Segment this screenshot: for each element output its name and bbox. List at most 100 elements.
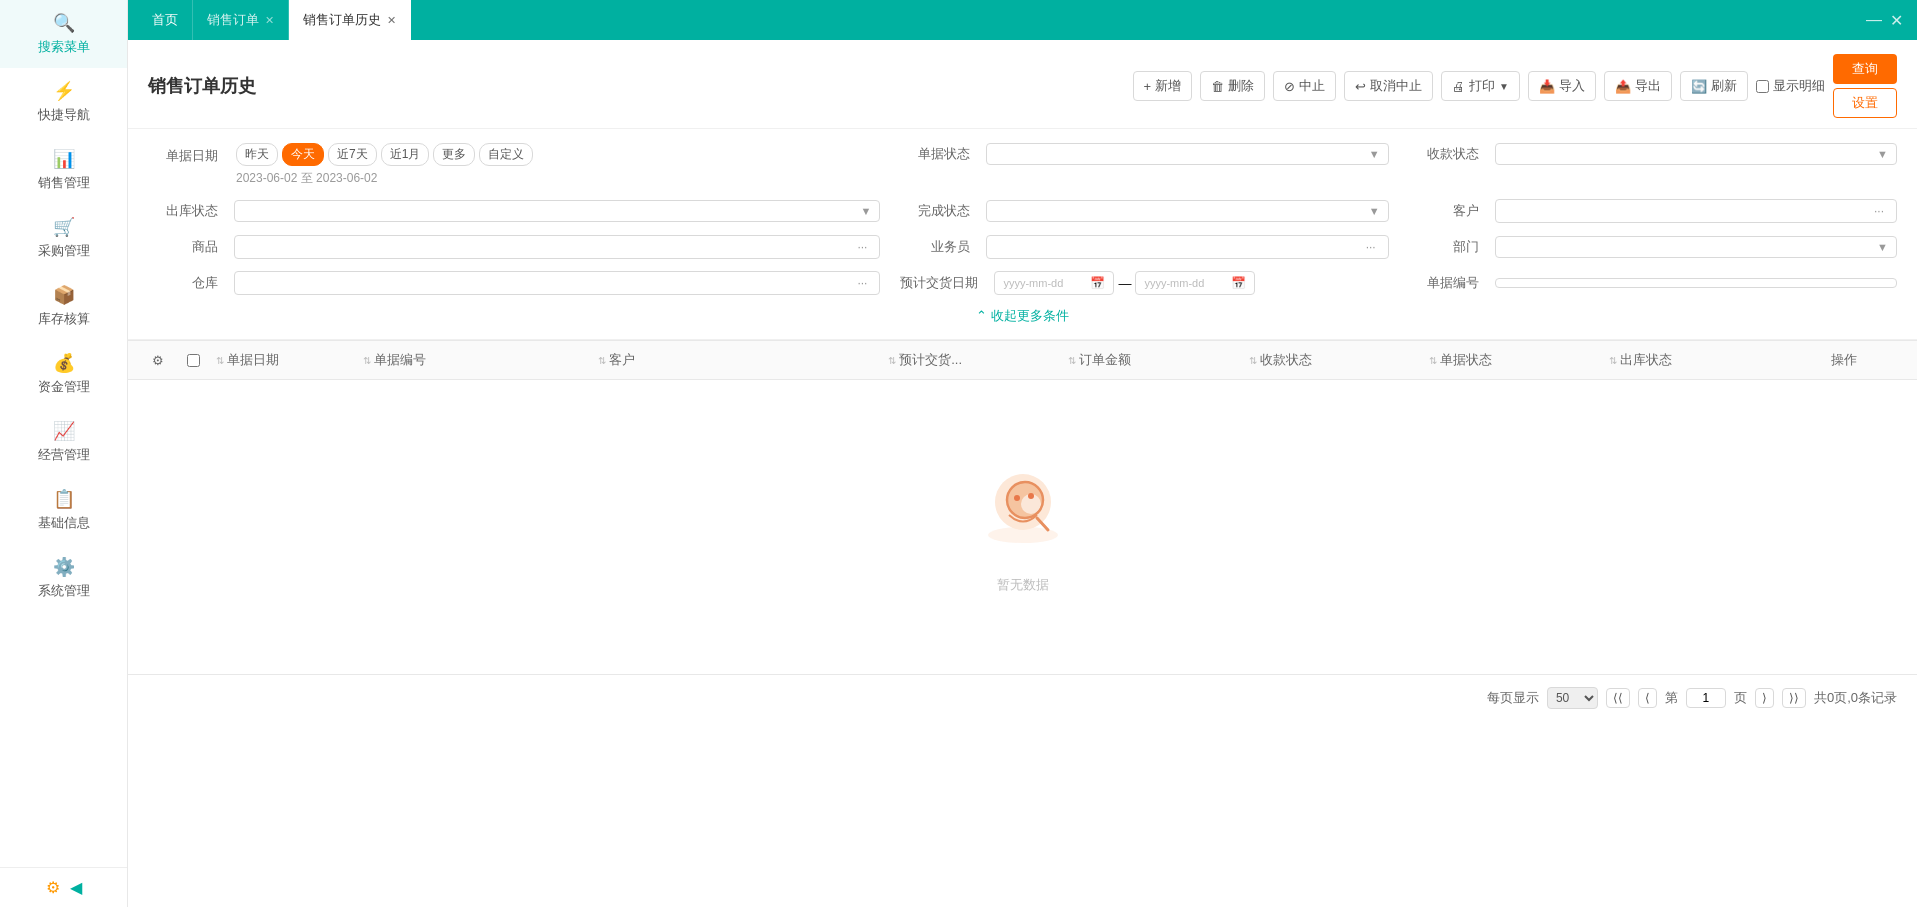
add-button[interactable]: + 新增 bbox=[1133, 71, 1193, 101]
dept-select[interactable]: ▼ bbox=[1495, 236, 1897, 258]
th-date[interactable]: ⇅ 单据日期 bbox=[208, 351, 355, 369]
sidebar-collapse-icon[interactable]: ◀ bbox=[70, 878, 82, 897]
th-settings[interactable]: ⚙ bbox=[138, 353, 178, 368]
goods-ellipsis-icon[interactable]: ··· bbox=[853, 240, 871, 254]
sidebar-item-search-menu[interactable]: 🔍 搜索菜单 bbox=[0, 0, 127, 68]
sidebar-label-quick-nav: 快捷导航 bbox=[38, 106, 90, 124]
sidebar-item-basic-info[interactable]: 📋 基础信息 bbox=[0, 476, 127, 544]
page-size-label: 每页显示 bbox=[1487, 689, 1539, 707]
collapse-row[interactable]: ⌃ 收起更多条件 bbox=[148, 303, 1897, 325]
delete-button[interactable]: 🗑 删除 bbox=[1200, 71, 1265, 101]
custom-btn[interactable]: 自定义 bbox=[479, 143, 533, 166]
th-no-label: 单据编号 bbox=[374, 351, 426, 369]
delivery-date-end-input[interactable]: yyyy-mm-dd 📅 bbox=[1135, 271, 1255, 295]
prev-page-button[interactable]: ⟨ bbox=[1638, 688, 1657, 708]
print-button[interactable]: 🖨 打印 ▼ bbox=[1441, 71, 1520, 101]
sys-mgmt-icon: ⚙️ bbox=[53, 556, 75, 578]
content-area: 销售订单历史 + 新增 🗑 删除 ⊘ 中止 ↩ 取消中止 bbox=[128, 40, 1917, 907]
last1m-btn[interactable]: 近1月 bbox=[381, 143, 430, 166]
th-delivery-label: 预计交货... bbox=[899, 351, 962, 369]
add-icon: + bbox=[1144, 79, 1152, 94]
more-btn[interactable]: 更多 bbox=[433, 143, 475, 166]
th-out-status[interactable]: ⇅ 出库状态 bbox=[1601, 351, 1781, 369]
import-label: 导入 bbox=[1559, 77, 1585, 95]
tab-sales-order[interactable]: 销售订单 ✕ bbox=[193, 0, 289, 40]
first-page-button[interactable]: ⟨⟨ bbox=[1606, 688, 1630, 708]
sidebar-item-quick-nav[interactable]: ⚡ 快捷导航 bbox=[0, 68, 127, 136]
pay-status-filter-label: 收款状态 bbox=[1409, 145, 1489, 163]
sort-icon-delivery: ⇅ bbox=[888, 355, 896, 366]
ops-mgmt-icon: 📈 bbox=[53, 420, 75, 442]
main-area: 首页 销售订单 ✕ 销售订单历史 ✕ — ✕ 销售订单历史 + 新增 🗑 bbox=[128, 0, 1917, 907]
sidebar-item-purchase-mgmt[interactable]: 🛒 采购管理 bbox=[0, 204, 127, 272]
calendar-start-icon: 📅 bbox=[1090, 276, 1105, 290]
th-no[interactable]: ⇅ 单据编号 bbox=[355, 351, 590, 369]
sidebar-label-basic-info: 基础信息 bbox=[38, 514, 90, 532]
quick-nav-icon: ⚡ bbox=[53, 80, 75, 102]
th-amount[interactable]: ⇅ 订单金额 bbox=[1060, 351, 1240, 369]
empty-text: 暂无数据 bbox=[997, 576, 1049, 594]
tab-sales-order-close[interactable]: ✕ bbox=[265, 14, 274, 27]
done-status-select[interactable]: ▼ bbox=[986, 200, 1388, 222]
done-status-label: 完成状态 bbox=[900, 202, 980, 220]
calendar-end-icon: 📅 bbox=[1231, 276, 1246, 290]
sort-icon-amount: ⇅ bbox=[1068, 355, 1076, 366]
tab-sales-order-label: 销售订单 bbox=[207, 11, 259, 29]
salesperson-ellipsis-icon[interactable]: ··· bbox=[1362, 240, 1380, 254]
today-btn[interactable]: 今天 bbox=[282, 143, 324, 166]
th-pay-status[interactable]: ⇅ 收款状态 bbox=[1241, 351, 1421, 369]
sort-icon-order: ⇅ bbox=[1429, 355, 1437, 366]
stop-icon: ⊘ bbox=[1284, 79, 1295, 94]
sidebar-item-ops-mgmt[interactable]: 📈 经营管理 bbox=[0, 408, 127, 476]
th-check[interactable] bbox=[178, 354, 208, 367]
tab-home[interactable]: 首页 bbox=[138, 0, 193, 40]
table-section: ⚙ ⇅ 单据日期 ⇅ 单据编号 ⇅ 客户 ⇅ bbox=[128, 340, 1917, 674]
th-order-status[interactable]: ⇅ 单据状态 bbox=[1421, 351, 1601, 369]
setting-button[interactable]: 设置 bbox=[1833, 88, 1897, 118]
refresh-button[interactable]: 🔄 刷新 bbox=[1680, 71, 1748, 101]
query-button[interactable]: 查询 bbox=[1833, 54, 1897, 84]
page-input[interactable] bbox=[1686, 688, 1726, 708]
page-title: 销售订单历史 bbox=[148, 74, 256, 98]
stop-button[interactable]: ⊘ 中止 bbox=[1273, 71, 1336, 101]
display-detail-checkbox[interactable] bbox=[1756, 80, 1769, 93]
delivery-date-start-input[interactable]: yyyy-mm-dd 📅 bbox=[994, 271, 1114, 295]
customer-ellipsis-icon[interactable]: ··· bbox=[1870, 204, 1888, 218]
warehouse-ellipsis-icon[interactable]: ··· bbox=[853, 276, 871, 290]
yesterday-btn[interactable]: 昨天 bbox=[236, 143, 278, 166]
sidebar-item-sales-mgmt[interactable]: 📊 销售管理 bbox=[0, 136, 127, 204]
topbar-minimize-icon[interactable]: — bbox=[1866, 11, 1882, 29]
th-customer[interactable]: ⇅ 客户 bbox=[590, 351, 880, 369]
page-size-select[interactable]: 20 50 100 bbox=[1547, 687, 1598, 709]
empty-state-illustration bbox=[973, 460, 1073, 560]
delivery-date-start-placeholder: yyyy-mm-dd bbox=[1003, 277, 1063, 289]
sidebar-item-capital-mgmt[interactable]: 💰 资金管理 bbox=[0, 340, 127, 408]
next-page-button[interactable]: ⟩ bbox=[1755, 688, 1774, 708]
tab-sales-order-history-label: 销售订单历史 bbox=[303, 11, 381, 29]
th-operation: 操作 bbox=[1782, 351, 1908, 369]
sidebar-item-inventory[interactable]: 📦 库存核算 bbox=[0, 272, 127, 340]
sidebar-settings-icon[interactable]: ⚙ bbox=[46, 878, 60, 897]
import-button[interactable]: 📥 导入 bbox=[1528, 71, 1596, 101]
last7-btn[interactable]: 近7天 bbox=[328, 143, 377, 166]
topbar-close-icon[interactable]: ✕ bbox=[1890, 11, 1903, 30]
done-status-arrow-icon: ▼ bbox=[1369, 205, 1380, 217]
tab-sales-order-history[interactable]: 销售订单历史 ✕ bbox=[289, 0, 411, 40]
cancel-stop-button[interactable]: ↩ 取消中止 bbox=[1344, 71, 1433, 101]
sidebar: 🔍 搜索菜单 ⚡ 快捷导航 📊 销售管理 🛒 采购管理 📦 库存核算 💰 资金管… bbox=[0, 0, 128, 907]
order-no-filter-label: 单据编号 bbox=[1409, 274, 1489, 292]
export-button[interactable]: 📤 导出 bbox=[1604, 71, 1672, 101]
date-range-text: 2023-06-02 至 2023-06-02 bbox=[236, 170, 533, 187]
import-icon: 📥 bbox=[1539, 79, 1555, 94]
out-status-select[interactable]: ▼ bbox=[234, 200, 880, 222]
sidebar-label-sales-mgmt: 销售管理 bbox=[38, 174, 90, 192]
last-page-button[interactable]: ⟩⟩ bbox=[1782, 688, 1806, 708]
pay-status-select[interactable]: ▼ bbox=[1495, 143, 1897, 165]
sidebar-item-sys-mgmt[interactable]: ⚙️ 系统管理 bbox=[0, 544, 127, 612]
salesperson-filter-label: 业务员 bbox=[900, 238, 980, 256]
select-all-checkbox[interactable] bbox=[187, 354, 200, 367]
tab-sales-order-history-close[interactable]: ✕ bbox=[387, 14, 396, 27]
print-icon: 🖨 bbox=[1452, 79, 1465, 94]
order-status-select[interactable]: ▼ bbox=[986, 143, 1388, 165]
th-delivery[interactable]: ⇅ 预计交货... bbox=[880, 351, 1060, 369]
